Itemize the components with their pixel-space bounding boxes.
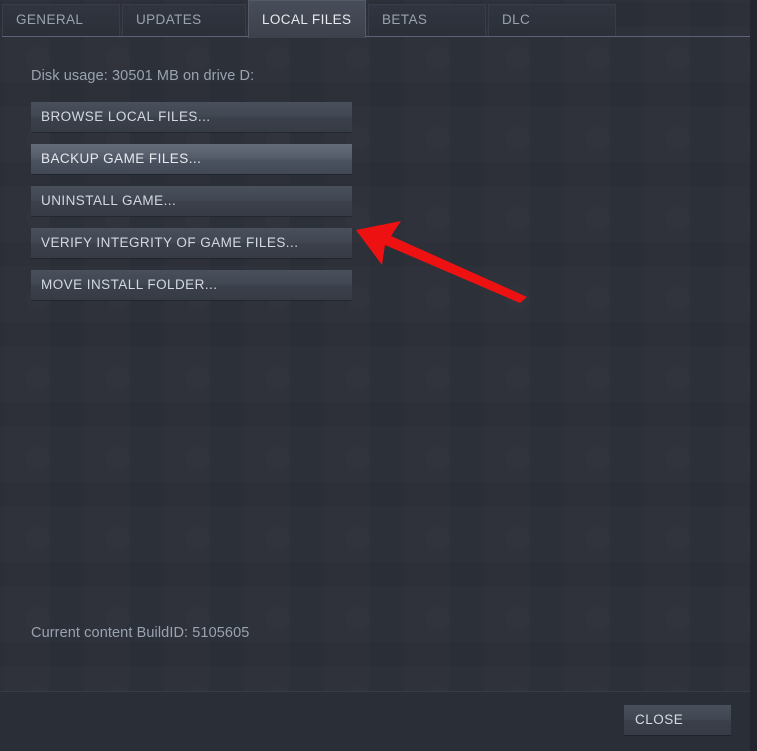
browse-local-files-button[interactable]: BROWSE LOCAL FILES... [31,102,352,132]
local-files-panel: Disk usage: 30501 MB on drive D: BROWSE … [0,38,757,691]
dialog-footer: CLOSE [0,691,757,751]
backup-game-files-button[interactable]: BACKUP GAME FILES... [31,144,352,174]
tab-dlc[interactable]: DLC [488,4,616,36]
tab-bar-underline [2,36,750,37]
tab-local-files[interactable]: LOCAL FILES [248,0,366,38]
close-button[interactable]: CLOSE [624,705,731,735]
local-files-action-list: BROWSE LOCAL FILES... BACKUP GAME FILES.… [31,102,352,312]
uninstall-game-button[interactable]: UNINSTALL GAME... [31,186,352,216]
tab-general[interactable]: GENERAL [2,4,120,36]
verify-integrity-of-game-files-button[interactable]: VERIFY INTEGRITY OF GAME FILES... [31,228,352,258]
disk-usage-label: Disk usage: 30501 MB on drive D: [31,68,255,84]
move-install-folder-button[interactable]: MOVE INSTALL FOLDER... [31,270,352,300]
game-properties-window: GENERAL UPDATES LOCAL FILES BETAS DLC Di… [0,0,757,751]
window-right-edge [750,0,757,751]
tab-betas[interactable]: BETAS [368,4,486,36]
tab-bar: GENERAL UPDATES LOCAL FILES BETAS DLC [0,0,757,38]
tab-updates[interactable]: UPDATES [122,4,246,36]
build-id-label: Current content BuildID: 5105605 [31,625,250,641]
